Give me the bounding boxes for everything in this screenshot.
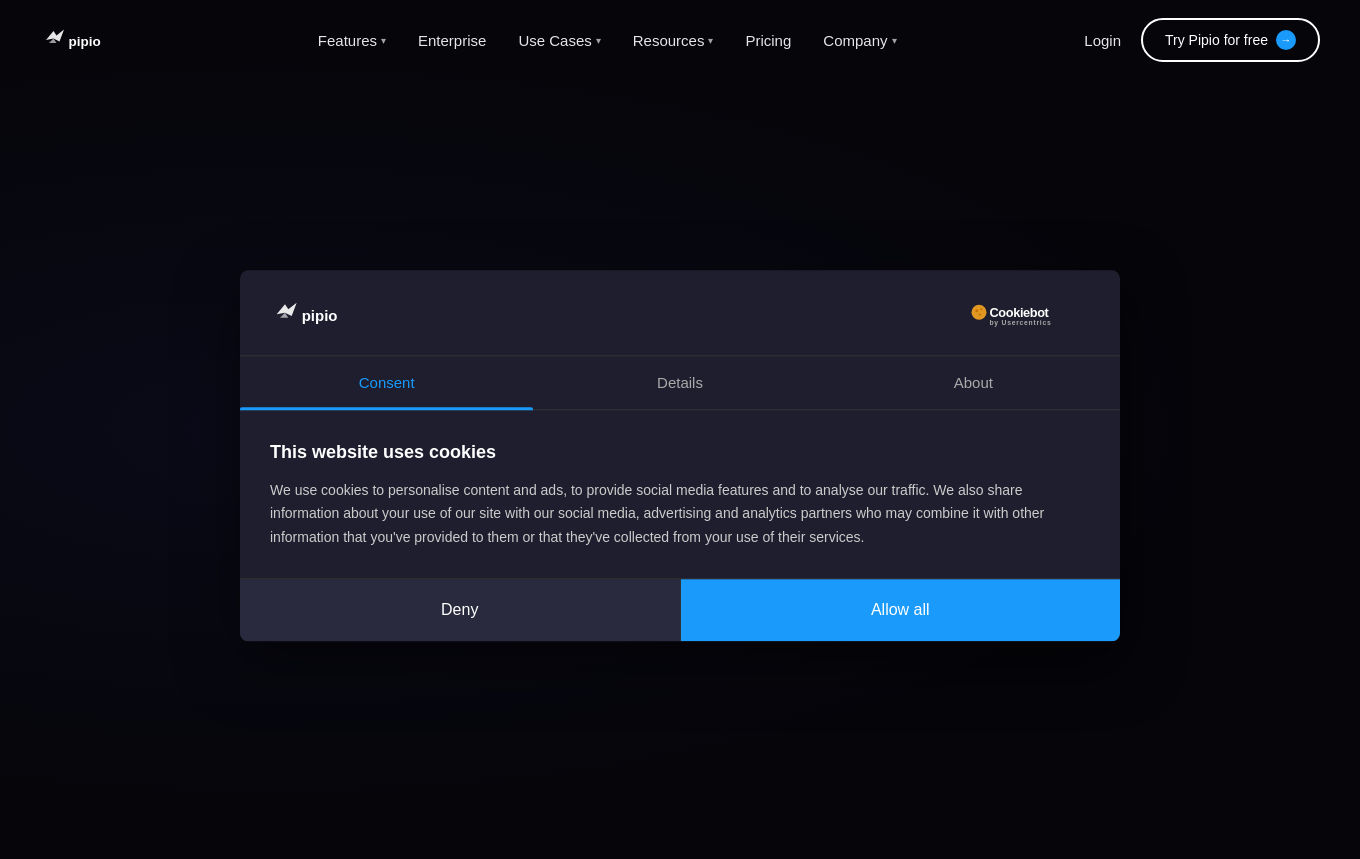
modal-tabs: Consent Details About — [240, 356, 1120, 410]
svg-text:Cookiebot: Cookiebot — [990, 304, 1050, 319]
svg-text:pipio: pipio — [302, 307, 338, 324]
svg-point-4 — [979, 313, 981, 315]
nav-logo[interactable]: pipio — [40, 24, 130, 56]
nav-actions: Login Try Pipio for free → — [1084, 18, 1320, 62]
modal-title: This website uses cookies — [270, 442, 1090, 463]
tab-consent[interactable]: Consent — [240, 356, 533, 409]
allow-all-button[interactable]: Allow all — [681, 579, 1121, 641]
svg-point-3 — [975, 309, 978, 312]
svg-text:by Usercentrics: by Usercentrics — [990, 319, 1052, 327]
modal-description: We use cookies to personalise content an… — [270, 479, 1090, 550]
modal-buttons: Deny Allow all — [240, 578, 1120, 641]
cookiebot-logo: Cookiebot by Usercentrics — [970, 294, 1090, 335]
tab-details[interactable]: Details — [533, 356, 826, 409]
navbar: pipio Features ▾ Enterprise Use Cases ▾ … — [0, 0, 1360, 80]
modal-content: This website uses cookies We use cookies… — [240, 410, 1120, 578]
login-button[interactable]: Login — [1084, 32, 1121, 49]
nav-features[interactable]: Features ▾ — [318, 32, 386, 49]
modal-brand-logo: pipio — [270, 296, 370, 332]
chevron-down-icon: ▾ — [381, 35, 386, 46]
nav-links: Features ▾ Enterprise Use Cases ▾ Resour… — [318, 32, 897, 49]
cookiebot-brand-name: Cookiebot by Usercentrics — [970, 294, 1090, 335]
try-free-button[interactable]: Try Pipio for free → — [1141, 18, 1320, 62]
chevron-down-icon: ▾ — [892, 35, 897, 46]
svg-text:pipio: pipio — [69, 34, 101, 49]
chevron-down-icon: ▾ — [596, 35, 601, 46]
nav-pricing[interactable]: Pricing — [745, 32, 791, 49]
arrow-right-icon: → — [1276, 30, 1296, 50]
tab-about[interactable]: About — [827, 356, 1120, 409]
nav-resources[interactable]: Resources ▾ — [633, 32, 714, 49]
svg-point-2 — [972, 304, 987, 319]
nav-use-cases[interactable]: Use Cases ▾ — [518, 32, 600, 49]
nav-enterprise[interactable]: Enterprise — [418, 32, 486, 49]
nav-company[interactable]: Company ▾ — [823, 32, 896, 49]
deny-button[interactable]: Deny — [240, 579, 681, 641]
chevron-down-icon: ▾ — [708, 35, 713, 46]
modal-header: pipio Cookiebot by Usercentrics — [240, 270, 1120, 356]
svg-point-5 — [980, 308, 982, 310]
cookie-consent-modal: pipio Cookiebot by Usercentrics Consent — [240, 270, 1120, 641]
